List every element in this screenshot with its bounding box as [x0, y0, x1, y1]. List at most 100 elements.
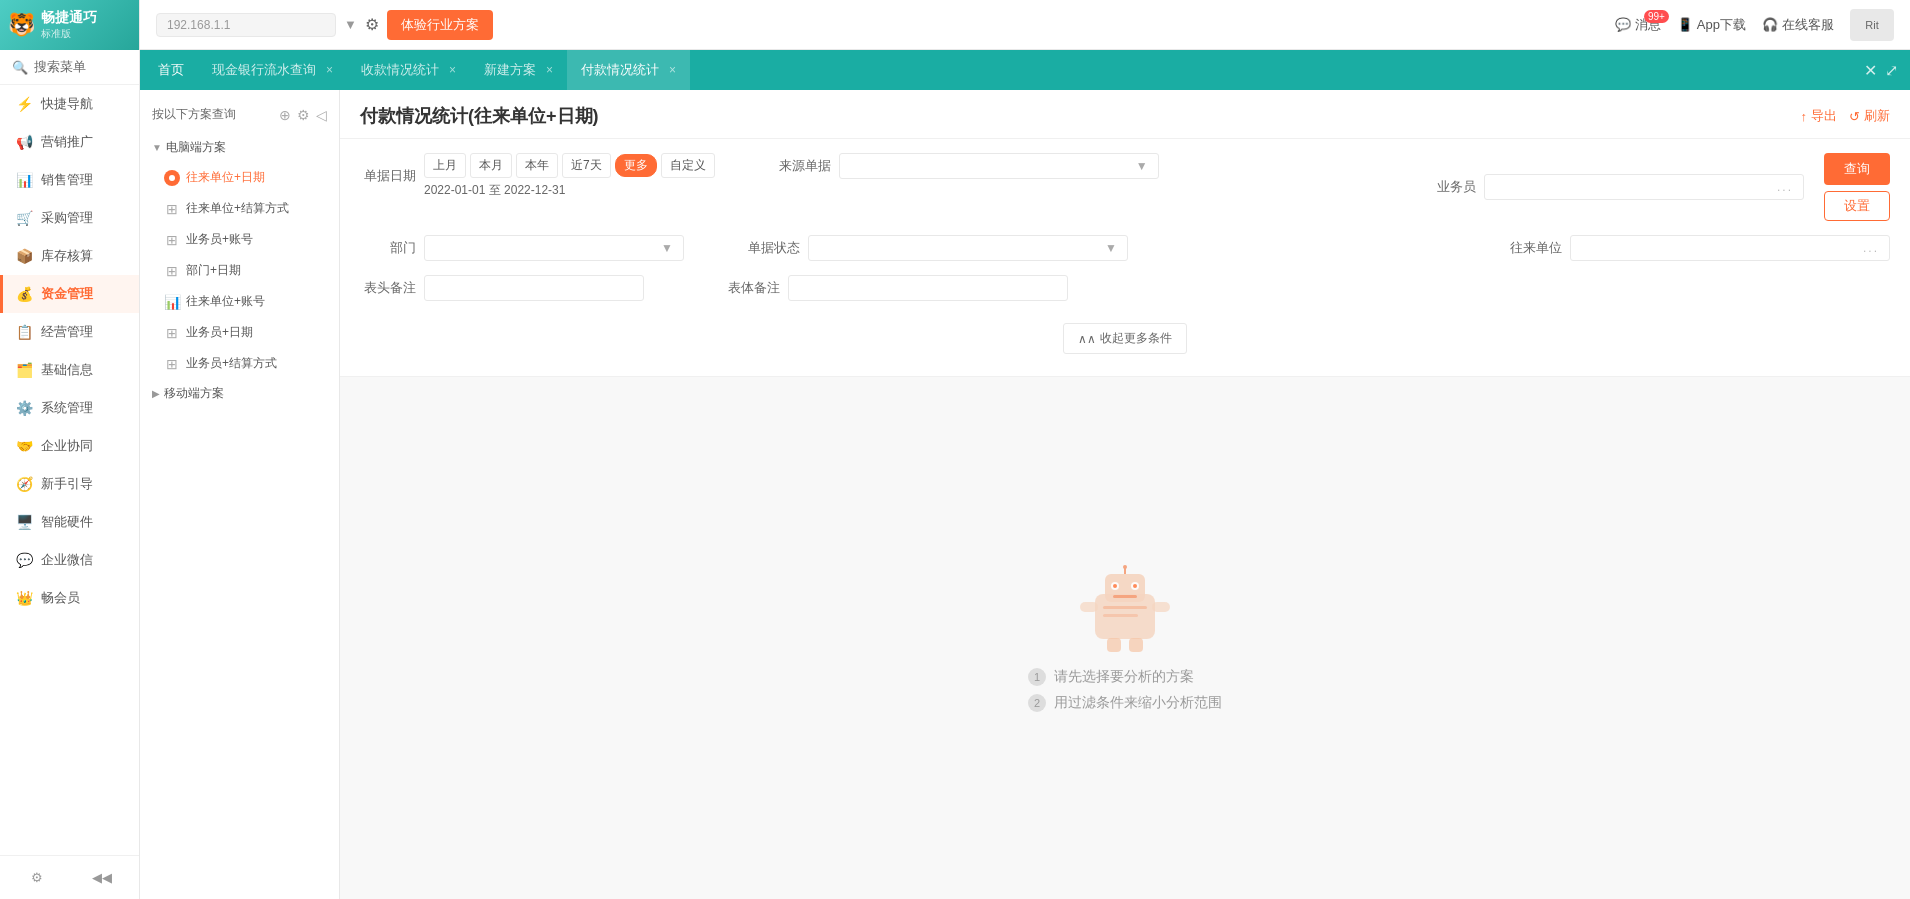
scheme-item-icon-grid3: ⊞	[164, 263, 180, 279]
sidebar-item-guide[interactable]: 🧭 新手引导	[0, 465, 139, 503]
tab-payment[interactable]: 付款情况统计 ×	[567, 50, 690, 90]
page-header: 付款情况统计(往来单位+日期) ↑ 导出 ↺ 刷新	[340, 90, 1910, 139]
sidebar-item-system[interactable]: ⚙️ 系统管理	[0, 389, 139, 427]
desktop-group-arrow-icon: ▼	[152, 142, 162, 153]
collapse-btn[interactable]: ∧∧ 收起更多条件	[1063, 323, 1187, 354]
sidebar-item-member[interactable]: 👑 畅会员	[0, 579, 139, 617]
message-btn[interactable]: 💬 消息 99+	[1615, 16, 1661, 34]
scheme-item-dept-date[interactable]: ⊞ 部门+日期	[140, 255, 339, 286]
counterparty-select[interactable]: ...	[1570, 235, 1890, 261]
topbar-gear-icon[interactable]: ⚙	[365, 15, 379, 34]
sidebar-header: 🐯 畅捷通巧 标准版	[0, 0, 139, 50]
scheme-item-salesperson-date[interactable]: ⊞ 业务员+日期	[140, 317, 339, 348]
finance-icon: 💰	[15, 285, 33, 303]
trial-btn[interactable]: 体验行业方案	[387, 10, 493, 40]
dept-select[interactable]: ▼	[424, 235, 684, 261]
query-btn[interactable]: 查询	[1824, 153, 1890, 185]
scheme-item-icon-grid4: ⊞	[164, 325, 180, 341]
tab-receipt-close[interactable]: ×	[449, 63, 456, 77]
scheme-item-label: 往来单位+日期	[186, 169, 265, 186]
sidebar-item-marketing[interactable]: 📢 营销推广	[0, 123, 139, 161]
date-btn-custom[interactable]: 自定义	[661, 153, 715, 178]
sidebar-item-label: 企业微信	[41, 551, 93, 569]
filter-item-salesperson: 业务员 ... 查询 设置	[1420, 153, 1890, 221]
source-select[interactable]: ▼	[839, 153, 1159, 179]
sidebar-item-label: 智能硬件	[41, 513, 93, 531]
tab-receipt[interactable]: 收款情况统计 ×	[347, 50, 470, 90]
counterparty-ellipsis[interactable]: ...	[1863, 241, 1879, 255]
tab-payment-close[interactable]: ×	[669, 63, 676, 77]
sidebar-item-operation[interactable]: 📋 经营管理	[0, 313, 139, 351]
bill-status-select[interactable]: ▼	[808, 235, 1128, 261]
tab-cash-close[interactable]: ×	[326, 63, 333, 77]
svg-rect-15	[1129, 638, 1143, 652]
data-area: 1 请先选择要分析的方案 2 用过滤条件来缩小分析范围	[340, 377, 1910, 899]
topbar-chevron-icon[interactable]: ▼	[344, 17, 357, 32]
body-note-input[interactable]	[788, 275, 1068, 301]
scheme-mobile-group: ▶ 移动端方案	[140, 379, 339, 408]
empty-msg-num-2: 2	[1028, 694, 1046, 712]
scheme-item-salesperson-account[interactable]: ⊞ 业务员+账号	[140, 224, 339, 255]
scheme-mobile-group-title[interactable]: ▶ 移动端方案	[140, 379, 339, 408]
salesperson-select[interactable]: ...	[1484, 174, 1804, 200]
date-btn-this-month[interactable]: 本月	[470, 153, 512, 178]
date-btn-last-7days[interactable]: 近7天	[562, 153, 611, 178]
sidebar-item-collab[interactable]: 🤝 企业协同	[0, 427, 139, 465]
sidebar-item-inventory[interactable]: 📦 库存核算	[0, 237, 139, 275]
bill-status-chevron-icon: ▼	[1105, 241, 1117, 255]
scheme-item-label: 业务员+账号	[186, 231, 253, 248]
svg-rect-12	[1103, 606, 1147, 609]
sidebar-item-sales[interactable]: 📊 销售管理	[0, 161, 139, 199]
sidebar-logo: 🐯	[8, 12, 35, 38]
scheme-item-counterparty-settlement[interactable]: ⊞ 往来单位+结算方式	[140, 193, 339, 224]
tab-payment-label: 付款情况统计	[581, 61, 659, 79]
dept-label: 部门	[360, 239, 416, 257]
sidebar-item-label: 企业协同	[41, 437, 93, 455]
empty-state: 1 请先选择要分析的方案 2 用过滤条件来缩小分析范围	[1028, 564, 1222, 712]
scheme-item-counterparty-date[interactable]: 往来单位+日期	[140, 162, 339, 193]
sidebar-item-hardware[interactable]: 🖥️ 智能硬件	[0, 503, 139, 541]
date-btn-more[interactable]: 更多	[615, 154, 657, 177]
online-service-btn[interactable]: 🎧 在线客服	[1762, 16, 1834, 34]
date-btn-this-year[interactable]: 本年	[516, 153, 558, 178]
scheme-item-label: 往来单位+结算方式	[186, 200, 289, 217]
scheme-item-counterparty-account[interactable]: 📊 往来单位+账号	[140, 286, 339, 317]
scheme-add-btn[interactable]: ⊕	[279, 107, 291, 123]
export-btn[interactable]: ↑ 导出	[1801, 107, 1838, 125]
sidebar-item-basic[interactable]: 🗂️ 基础信息	[0, 351, 139, 389]
scheme-desktop-group-title[interactable]: ▼ 电脑端方案	[140, 133, 339, 162]
refresh-btn[interactable]: ↺ 刷新	[1849, 107, 1890, 125]
sidebar-search[interactable]: 🔍 搜索菜单	[0, 50, 139, 85]
sidebar-settings-btn[interactable]: ⚙	[8, 864, 67, 891]
scheme-collapse-btn[interactable]: ◁	[316, 107, 327, 123]
header-note-input[interactable]	[424, 275, 644, 301]
sidebar-item-quick-nav[interactable]: ⚡ 快捷导航	[0, 85, 139, 123]
message-badge: 99+	[1644, 10, 1669, 23]
avatar[interactable]: Rit	[1850, 9, 1894, 41]
sidebar-item-wechat[interactable]: 💬 企业微信	[0, 541, 139, 579]
salesperson-ellipsis[interactable]: ...	[1777, 180, 1793, 194]
marketing-icon: 📢	[15, 133, 33, 151]
source-label: 来源单据	[775, 157, 831, 175]
basic-icon: 🗂️	[15, 361, 33, 379]
tab-maximize-btn[interactable]: ⤢	[1885, 61, 1898, 80]
filter-settings-btn[interactable]: 设置	[1824, 191, 1890, 221]
date-btn-last-month[interactable]: 上月	[424, 153, 466, 178]
scheme-item-salesperson-settlement[interactable]: ⊞ 业务员+结算方式	[140, 348, 339, 379]
sidebar-item-finance[interactable]: 💰 资金管理	[0, 275, 139, 313]
source-chevron-icon: ▼	[1136, 159, 1148, 173]
tab-close-all-btn[interactable]: ✕	[1864, 61, 1877, 80]
tab-cash[interactable]: 现金银行流水查询 ×	[198, 50, 347, 90]
sidebar-item-purchase[interactable]: 🛒 采购管理	[0, 199, 139, 237]
scheme-settings-btn[interactable]: ⚙	[297, 107, 310, 123]
app-download-btn[interactable]: 📱 App下载	[1677, 16, 1746, 34]
body-note-label: 表体备注	[724, 279, 780, 297]
tab-home[interactable]: 首页	[144, 50, 198, 90]
svg-point-8	[1133, 584, 1137, 588]
refresh-icon: ↺	[1849, 109, 1860, 124]
tab-new-scheme[interactable]: 新建方案 ×	[470, 50, 567, 90]
tab-new-scheme-close[interactable]: ×	[546, 63, 553, 77]
online-service-label: 在线客服	[1782, 16, 1834, 34]
sidebar-collapse-btn[interactable]: ◀◀	[73, 864, 132, 891]
scheme-panel-actions: ⊕ ⚙ ◁	[279, 107, 327, 123]
